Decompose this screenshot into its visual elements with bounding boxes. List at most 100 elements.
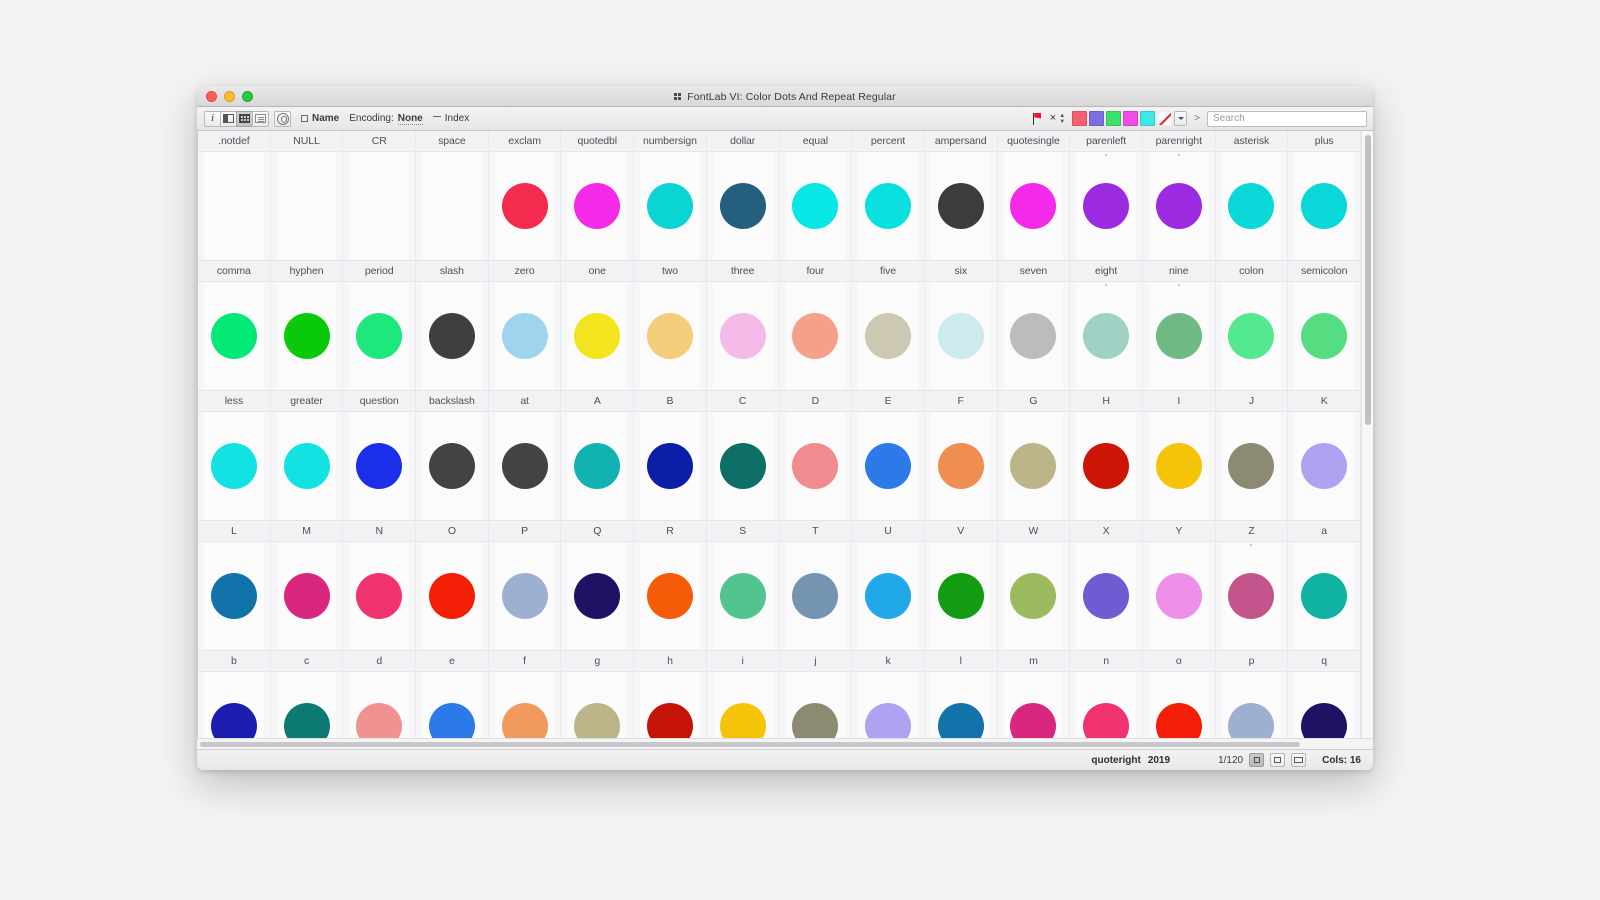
name-mode-toggle[interactable]: Name [301, 113, 339, 124]
glyph-preview[interactable] [1215, 412, 1288, 520]
glyph-cell[interactable]: P [488, 521, 562, 650]
glyph-preview[interactable] [270, 672, 343, 738]
glyph-cell[interactable]: i [706, 651, 780, 738]
glyph-preview[interactable] [416, 152, 488, 260]
glyph-cell[interactable]: seven [997, 261, 1071, 390]
mark-stepper[interactable]: ▲ ▼ [1059, 113, 1065, 125]
glyph-cell[interactable]: W [997, 521, 1071, 650]
glyph-preview[interactable] [270, 412, 343, 520]
glyph-preview[interactable] [561, 412, 634, 520]
glyph-preview[interactable] [706, 542, 779, 650]
horizontal-scrollbar-thumb[interactable] [200, 742, 1300, 747]
glyph-cell[interactable]: q [1288, 651, 1361, 738]
glyph-preview[interactable] [270, 282, 343, 390]
glyph-preview[interactable] [1215, 542, 1288, 650]
glyph-preview[interactable] [779, 412, 852, 520]
glyph-cell[interactable]: E [852, 391, 925, 520]
glyph-cell[interactable]: H [1070, 391, 1143, 520]
glyph-preview[interactable] [561, 542, 634, 650]
glyph-cell[interactable]: greater [270, 391, 344, 520]
glyph-cell[interactable]: K [1288, 391, 1361, 520]
index-mode-toggle[interactable]: Index [432, 113, 469, 124]
glyph-preview[interactable] [997, 152, 1070, 260]
flag-icon[interactable] [1032, 112, 1043, 125]
glyph-cell[interactable]: j [779, 651, 853, 738]
glyph-cell[interactable]: dollar [706, 131, 780, 260]
glyph-preview[interactable] [706, 152, 779, 260]
glyph-cell[interactable]: D [779, 391, 853, 520]
glyph-preview[interactable] [1070, 672, 1142, 738]
glyph-preview[interactable] [416, 412, 488, 520]
glyph-cell[interactable]: A [561, 391, 635, 520]
glyph-cell[interactable]: two [634, 261, 707, 390]
close-window-button[interactable] [206, 90, 217, 102]
glyph-cell[interactable]: T [779, 521, 853, 650]
glyph-cell[interactable]: exclam [488, 131, 562, 260]
glyph-preview[interactable] [416, 542, 488, 650]
glyph-cell[interactable]: f [488, 651, 562, 738]
glyph-cell[interactable]: one [561, 261, 635, 390]
glyph-preview[interactable] [1070, 412, 1142, 520]
swatch-magenta[interactable] [1123, 111, 1139, 126]
glyph-preview[interactable] [634, 152, 706, 260]
glyph-cell[interactable]: numbersign [634, 131, 707, 260]
glyph-cell[interactable]: X [1070, 521, 1143, 650]
glyph-cell[interactable]: k [852, 651, 925, 738]
view-mode-medium[interactable] [1270, 753, 1286, 767]
glyph-preview[interactable] [270, 152, 343, 260]
glyph-preview[interactable] [343, 542, 416, 650]
glyph-cell[interactable]: CR [343, 131, 417, 260]
glyph-preview[interactable] [1288, 412, 1360, 520]
glyph-cell[interactable]: parenright [1142, 131, 1216, 260]
glyph-preview[interactable] [1142, 672, 1215, 738]
grid-view-button[interactable] [236, 110, 253, 127]
glyph-preview[interactable] [779, 152, 852, 260]
glyph-preview[interactable] [198, 152, 270, 260]
glyph-preview[interactable] [924, 412, 997, 520]
glyph-cell[interactable]: a [1288, 521, 1361, 650]
glyph-cell[interactable]: percent [852, 131, 925, 260]
vertical-scrollbar-thumb[interactable] [1365, 135, 1371, 425]
glyph-cell[interactable]: space [416, 131, 489, 260]
swatch-green[interactable] [1106, 111, 1122, 126]
glyph-preview[interactable] [1142, 412, 1215, 520]
glyph-preview[interactable] [1215, 282, 1288, 390]
glyph-preview[interactable] [634, 542, 706, 650]
glyph-cell[interactable]: plus [1288, 131, 1361, 260]
glyph-preview[interactable] [1288, 542, 1360, 650]
glyph-preview[interactable] [924, 672, 997, 738]
horizontal-scrollbar[interactable] [197, 738, 1373, 749]
glyph-cell[interactable]: eight [1070, 261, 1143, 390]
glyph-preview[interactable] [779, 542, 852, 650]
glyph-cell[interactable]: five [852, 261, 925, 390]
glyph-cell[interactable]: l [924, 651, 998, 738]
glyph-cell[interactable]: O [416, 521, 489, 650]
glyph-cell[interactable]: quotesingle [997, 131, 1071, 260]
glyph-cell[interactable]: parenleft [1070, 131, 1143, 260]
glyph-cell[interactable]: G [997, 391, 1071, 520]
glyph-preview[interactable] [1288, 152, 1360, 260]
glyph-preview[interactable] [852, 282, 924, 390]
glyph-cell[interactable]: colon [1215, 261, 1289, 390]
glyph-preview[interactable] [198, 542, 270, 650]
glyph-cell[interactable]: Z [1215, 521, 1289, 650]
glyph-cell[interactable]: NULL [270, 131, 344, 260]
glyph-preview[interactable] [1070, 542, 1142, 650]
info-button[interactable]: i [204, 110, 221, 127]
glyph-cell[interactable]: nine [1142, 261, 1216, 390]
swatch-cyan[interactable] [1140, 111, 1156, 126]
glyph-preview[interactable] [1142, 542, 1215, 650]
glyph-preview[interactable] [1142, 152, 1215, 260]
glyph-preview[interactable] [924, 282, 997, 390]
glyph-cell[interactable]: semicolon [1288, 261, 1361, 390]
glyph-cell[interactable]: Q [561, 521, 635, 650]
glyph-preview[interactable] [852, 542, 924, 650]
glyph-preview[interactable] [924, 152, 997, 260]
glyph-preview[interactable] [997, 282, 1070, 390]
glyph-preview[interactable] [561, 152, 634, 260]
glyph-cell[interactable]: backslash [416, 391, 489, 520]
glyph-cell[interactable]: slash [416, 261, 489, 390]
glyph-preview[interactable] [343, 672, 416, 738]
glyph-cell[interactable]: B [634, 391, 707, 520]
glyph-cell[interactable]: e [416, 651, 489, 738]
